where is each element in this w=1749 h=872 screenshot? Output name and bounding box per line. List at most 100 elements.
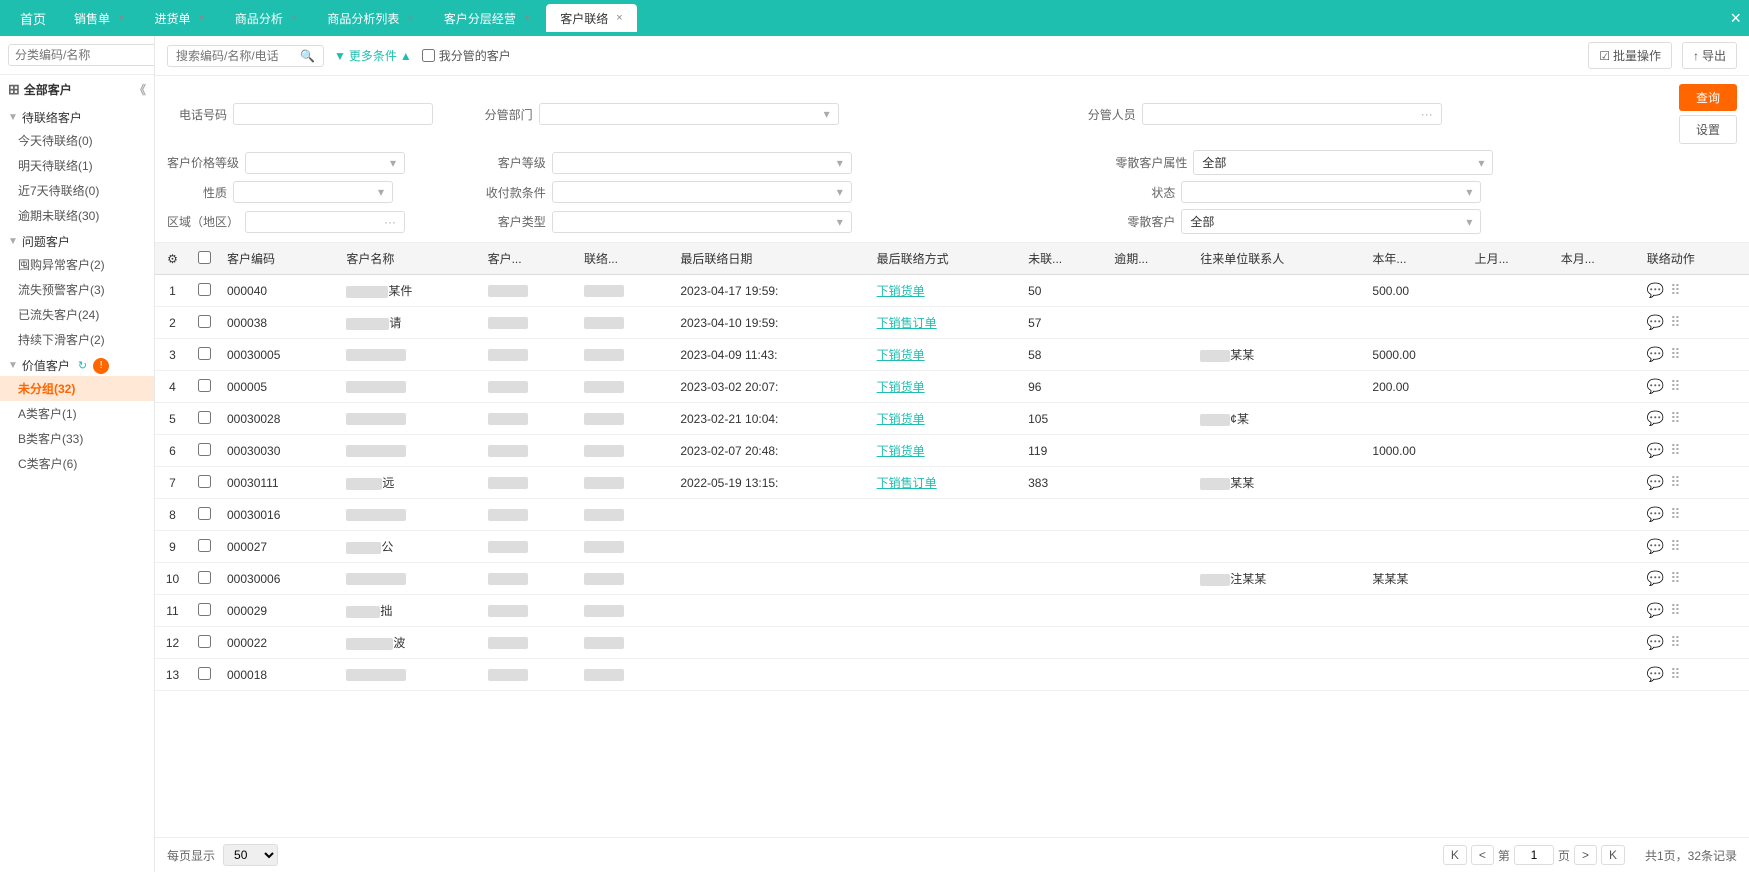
- first-page-btn[interactable]: K: [1443, 845, 1467, 865]
- way-link[interactable]: 下销货单: [877, 412, 925, 426]
- nature-select[interactable]: ▾: [233, 181, 393, 203]
- retail-select[interactable]: 全部 ▾: [1193, 150, 1493, 175]
- message-icon[interactable]: 💬: [1647, 378, 1664, 395]
- row-checkbox[interactable]: [198, 539, 211, 552]
- way-link[interactable]: 下销货单: [877, 380, 925, 394]
- message-icon[interactable]: 💬: [1647, 314, 1664, 331]
- search-icon[interactable]: 🔍: [300, 49, 315, 63]
- my-customers-checkbox[interactable]: [422, 49, 435, 62]
- row-checkbox[interactable]: [198, 507, 211, 520]
- tab-customer-contact[interactable]: 客户联络 ×: [546, 4, 636, 32]
- close-tab-sales[interactable]: ×: [118, 12, 124, 24]
- way-link[interactable]: 下销售订单: [877, 316, 937, 330]
- row-checkbox[interactable]: [198, 379, 211, 392]
- close-tab-analysis-list[interactable]: ×: [407, 12, 413, 24]
- more-icon[interactable]: ⠿: [1670, 506, 1680, 523]
- next-page-btn[interactable]: >: [1574, 845, 1597, 865]
- close-tab-purchase[interactable]: ×: [198, 12, 204, 24]
- tab-customer-segment[interactable]: 客户分层经营 ×: [430, 4, 544, 32]
- per-page-select[interactable]: 50 100 200: [223, 844, 278, 866]
- region-select[interactable]: ···: [245, 211, 405, 233]
- type-select[interactable]: ▾: [552, 211, 852, 233]
- retail2-select[interactable]: 全部 ▾: [1181, 209, 1481, 234]
- prev-page-btn[interactable]: <: [1471, 845, 1494, 865]
- more-icon[interactable]: ⠿: [1670, 314, 1680, 331]
- row-checkbox[interactable]: [198, 283, 211, 296]
- message-icon[interactable]: 💬: [1647, 570, 1664, 587]
- way-link[interactable]: 下销货单: [877, 284, 925, 298]
- nav-home[interactable]: 首页: [8, 9, 58, 28]
- row-checkbox[interactable]: [198, 667, 211, 680]
- message-icon[interactable]: 💬: [1647, 442, 1664, 459]
- check-all-checkbox[interactable]: [198, 251, 211, 264]
- way-link[interactable]: 下销售订单: [877, 476, 937, 490]
- sidebar-group-pending[interactable]: ▼ 待联络客户: [0, 104, 154, 128]
- sidebar-item-declining[interactable]: 持续下滑客户(2): [0, 327, 154, 352]
- person-select[interactable]: ···: [1142, 103, 1442, 125]
- sidebar-item-churned[interactable]: 已流失客户(24): [0, 302, 154, 327]
- more-icon[interactable]: ⠿: [1670, 602, 1680, 619]
- more-conditions-btn[interactable]: ▼ 更多条件 ▲: [334, 47, 412, 64]
- sidebar-item-unclassified[interactable]: 未分组(32): [0, 376, 154, 401]
- sidebar-item-today[interactable]: 今天待联络(0): [0, 128, 154, 153]
- tab-sales[interactable]: 销售单 ×: [60, 4, 138, 32]
- message-icon[interactable]: 💬: [1647, 282, 1664, 299]
- reset-button[interactable]: 设置: [1679, 115, 1737, 144]
- close-tab-customer-contact[interactable]: ×: [616, 12, 622, 24]
- sidebar-item-class-c[interactable]: C类客户(6): [0, 451, 154, 476]
- sidebar-item-hoarding-abnormal[interactable]: 囤购异常客户(2): [0, 252, 154, 277]
- way-link[interactable]: 下销货单: [877, 348, 925, 362]
- phone-input[interactable]: [233, 103, 433, 125]
- row-checkbox[interactable]: [198, 603, 211, 616]
- row-checkbox[interactable]: [198, 315, 211, 328]
- message-icon[interactable]: 💬: [1647, 538, 1664, 555]
- tab-analysis-list[interactable]: 商品分析列表 ×: [313, 4, 427, 32]
- status-select[interactable]: ▾: [1181, 181, 1481, 203]
- pay-select[interactable]: ▾: [552, 181, 852, 203]
- sidebar-item-7days[interactable]: 近7天待联络(0): [0, 178, 154, 203]
- sidebar-all-customers[interactable]: ⊞ 全部客户 《: [0, 75, 154, 104]
- more-icon[interactable]: ⠿: [1670, 346, 1680, 363]
- row-checkbox[interactable]: [198, 443, 211, 456]
- message-icon[interactable]: 💬: [1647, 410, 1664, 427]
- close-tab-analysis[interactable]: ×: [291, 12, 297, 24]
- more-icon[interactable]: ⠿: [1670, 442, 1680, 459]
- tab-purchase[interactable]: 进货单 ×: [140, 4, 218, 32]
- message-icon[interactable]: 💬: [1647, 634, 1664, 651]
- row-checkbox[interactable]: [198, 571, 211, 584]
- refresh-icon[interactable]: ↻: [78, 359, 87, 372]
- customer-search-input[interactable]: [176, 49, 296, 63]
- way-link[interactable]: 下销货单: [877, 444, 925, 458]
- more-icon[interactable]: ⠿: [1670, 474, 1680, 491]
- more-icon[interactable]: ⠿: [1670, 282, 1680, 299]
- row-checkbox[interactable]: [198, 411, 211, 424]
- more-icon[interactable]: ⠿: [1670, 570, 1680, 587]
- sidebar-item-churn-warning[interactable]: 流失预警客户(3): [0, 277, 154, 302]
- sidebar-group-problem[interactable]: ▼ 问题客户: [0, 228, 154, 252]
- row-checkbox[interactable]: [198, 475, 211, 488]
- sidebar-item-overdue[interactable]: 逾期未联络(30): [0, 203, 154, 228]
- export-button[interactable]: ↑ 导出: [1682, 42, 1737, 69]
- more-icon[interactable]: ⠿: [1670, 410, 1680, 427]
- row-checkbox[interactable]: [198, 347, 211, 360]
- message-icon[interactable]: 💬: [1647, 346, 1664, 363]
- sidebar-group-value[interactable]: ▼ 价值客户 ↻ !: [0, 352, 154, 376]
- level-select[interactable]: ▾: [552, 152, 852, 174]
- message-icon[interactable]: 💬: [1647, 474, 1664, 491]
- page-number-input[interactable]: [1514, 845, 1554, 865]
- message-icon[interactable]: 💬: [1647, 602, 1664, 619]
- col-settings[interactable]: ⚙: [155, 243, 190, 275]
- message-icon[interactable]: 💬: [1647, 666, 1664, 683]
- message-icon[interactable]: 💬: [1647, 506, 1664, 523]
- close-app-button[interactable]: ×: [1730, 8, 1741, 29]
- dept-select[interactable]: ▾: [539, 103, 839, 125]
- query-button[interactable]: 查询: [1679, 84, 1737, 111]
- last-page-btn[interactable]: K: [1601, 845, 1625, 865]
- sidebar-item-class-b[interactable]: B类客户(33): [0, 426, 154, 451]
- more-icon[interactable]: ⠿: [1670, 666, 1680, 683]
- more-icon[interactable]: ⠿: [1670, 378, 1680, 395]
- sidebar-search-input[interactable]: [8, 44, 155, 66]
- sidebar-item-class-a[interactable]: A类客户(1): [0, 401, 154, 426]
- more-icon[interactable]: ⠿: [1670, 634, 1680, 651]
- batch-op-button[interactable]: ☑ 批量操作: [1588, 42, 1672, 69]
